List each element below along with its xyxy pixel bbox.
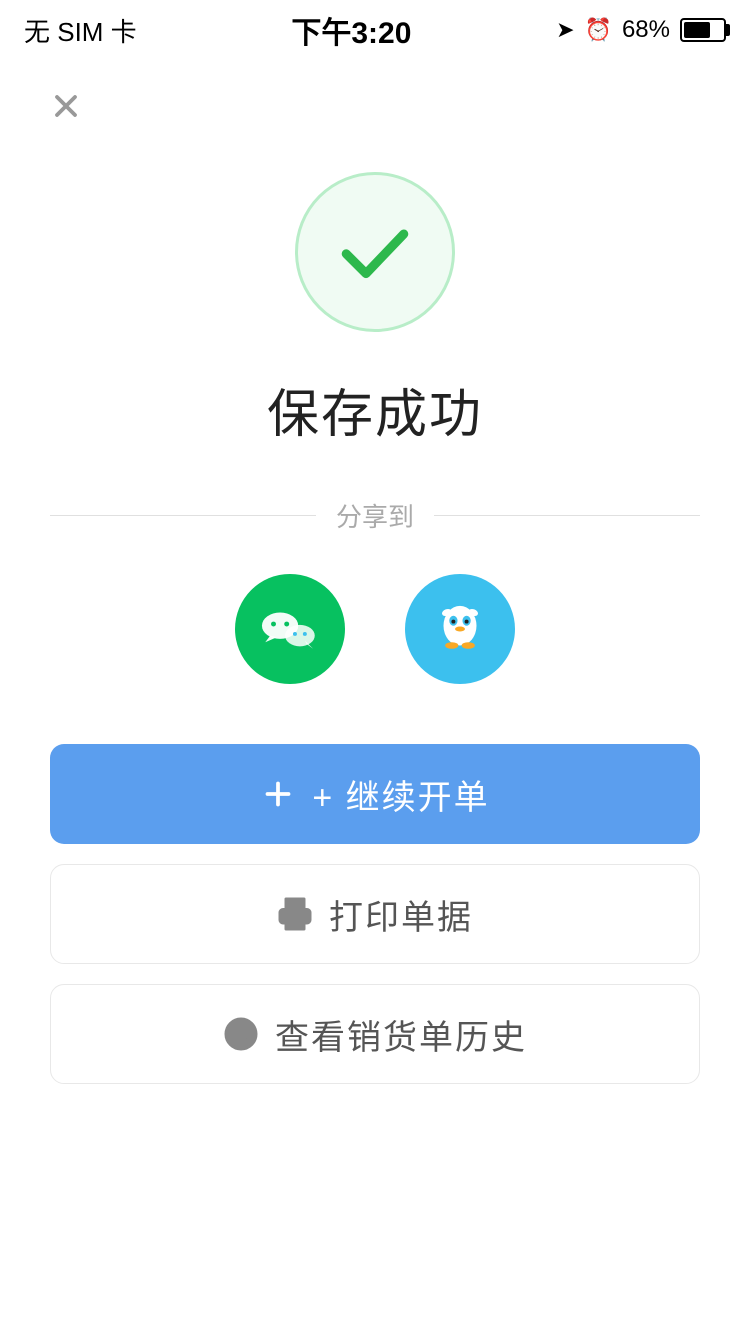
action-buttons: + 继续开单 打印单据 查看销货单历史	[50, 744, 700, 1084]
plus-icon	[260, 776, 296, 812]
check-icon	[330, 207, 420, 297]
alarm-icon: ⏰	[585, 17, 612, 43]
wechat-icon	[257, 596, 323, 662]
history-button-label: 查看销货单历史	[275, 1010, 527, 1059]
share-qq-button[interactable]	[405, 574, 515, 684]
status-bar: 无 SIM 卡 下午3:20 ➤ ⏰ 68%	[0, 0, 750, 60]
time-display: 下午3:20	[291, 8, 411, 52]
print-button-label: 打印单据	[329, 890, 473, 939]
carrier-text: 无 SIM 卡	[24, 12, 137, 49]
main-content: 保存成功 分享到	[0, 152, 750, 1334]
battery-percent: 68%	[622, 16, 670, 44]
location-icon: ➤	[556, 17, 574, 43]
print-button[interactable]: 打印单据	[50, 864, 700, 964]
status-right: ➤ ⏰ 68%	[556, 16, 726, 44]
success-icon-circle	[295, 172, 455, 332]
status-left: 无 SIM 卡	[24, 12, 147, 49]
close-button[interactable]	[40, 80, 92, 132]
share-wechat-button[interactable]	[235, 574, 345, 684]
divider-line-right	[434, 515, 700, 516]
close-btn-row	[0, 60, 750, 152]
clock-icon	[223, 1016, 259, 1052]
print-icon	[277, 896, 313, 932]
continue-button-label: + 继续开单	[312, 770, 489, 819]
continue-button[interactable]: + 继续开单	[50, 744, 700, 844]
share-divider-text: 分享到	[336, 497, 414, 534]
qq-icon	[427, 596, 493, 662]
success-title: 保存成功	[267, 372, 483, 447]
share-divider: 分享到	[50, 497, 700, 534]
divider-line-left	[50, 515, 316, 516]
share-icons-row	[235, 574, 515, 684]
history-button[interactable]: 查看销货单历史	[50, 984, 700, 1084]
battery-indicator	[680, 18, 726, 42]
